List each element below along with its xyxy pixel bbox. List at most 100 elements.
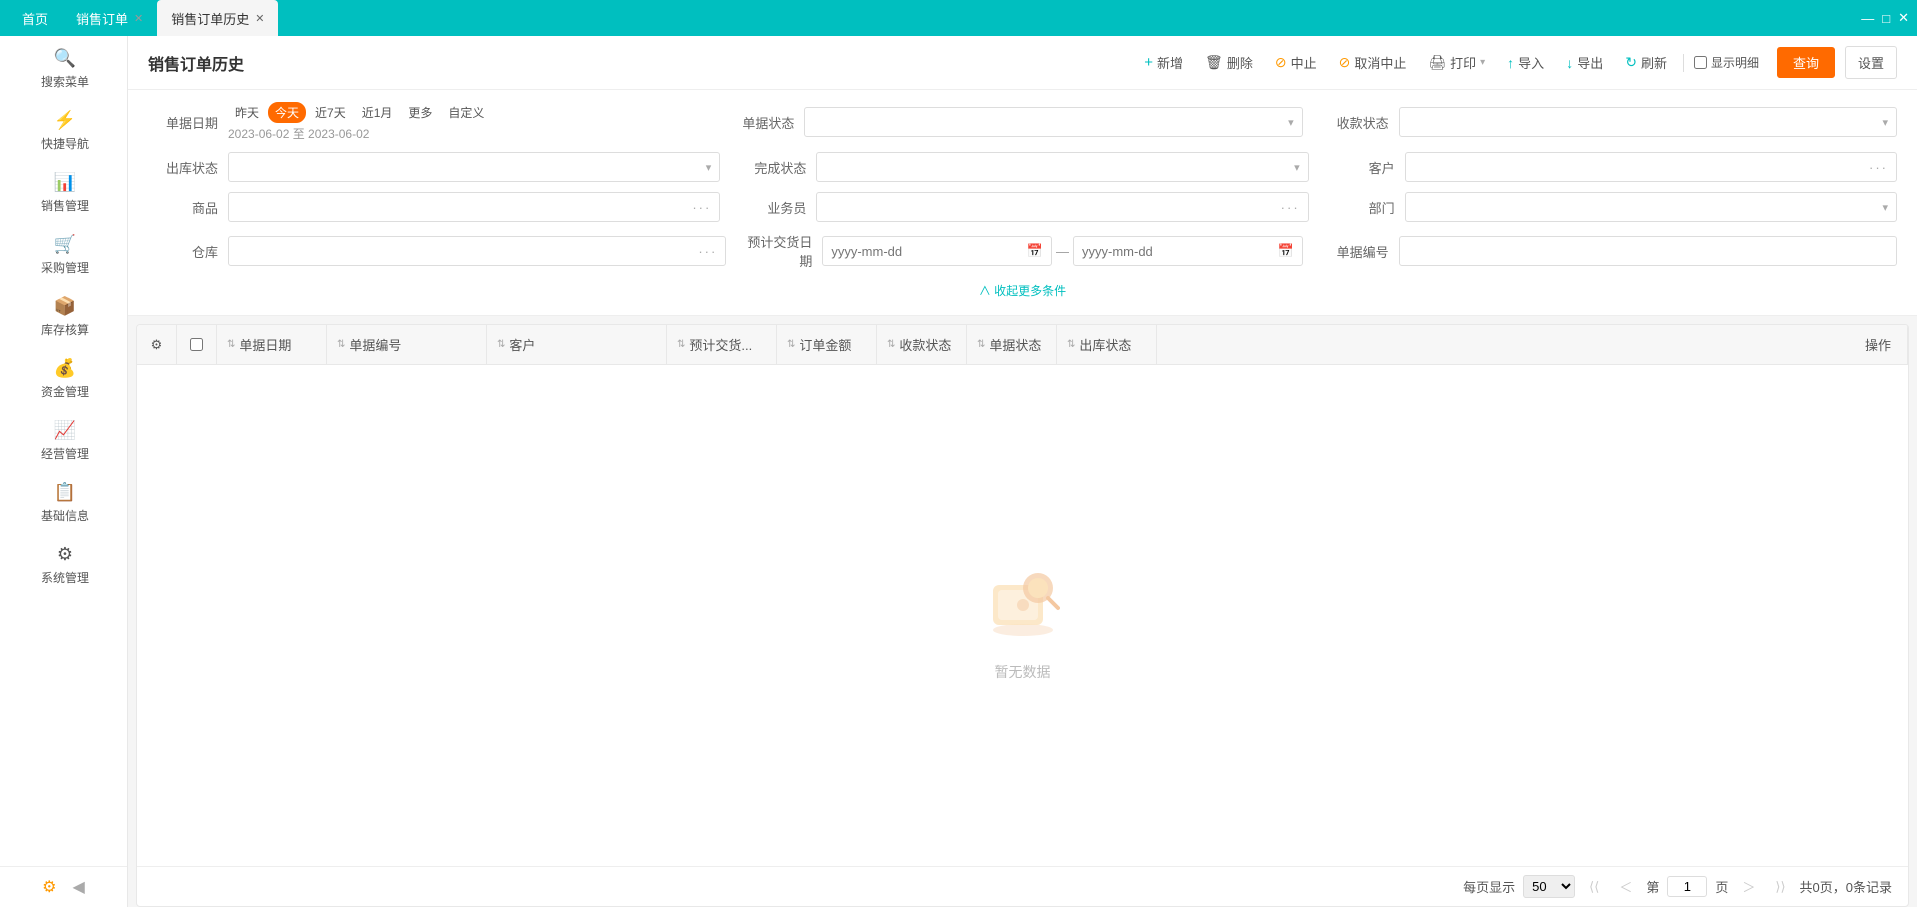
- complete-arrow[interactable]: ▾: [1294, 161, 1300, 174]
- sidebar-settings-icon[interactable]: ⚙: [42, 877, 56, 897]
- th-action: 操作: [1157, 325, 1908, 364]
- tab-sales-history[interactable]: 销售订单历史 ✕: [157, 0, 278, 36]
- sidebar-item-finance[interactable]: 💰 资金管理: [0, 346, 127, 408]
- settings-button[interactable]: 设置: [1845, 46, 1897, 79]
- dept-arrow[interactable]: ▾: [1882, 201, 1888, 214]
- calendar-from-icon[interactable]: 📅: [1027, 243, 1043, 259]
- delivery-date-to[interactable]: [1082, 244, 1277, 259]
- bill-status-field[interactable]: ▾: [804, 107, 1302, 137]
- cancel-stop-button[interactable]: ⊘ 取消中止: [1333, 49, 1413, 76]
- date-btn-today[interactable]: 今天: [268, 102, 306, 123]
- date-btn-yesterday[interactable]: 昨天: [228, 102, 266, 123]
- sidebar-item-inventory[interactable]: 📦 库存核算: [0, 284, 127, 346]
- print-label: 打印: [1450, 53, 1476, 72]
- query-button[interactable]: 查询: [1777, 47, 1835, 78]
- sidebar-item-operations[interactable]: 📈 经营管理: [0, 408, 127, 470]
- sort-amount-icon[interactable]: ⇅: [787, 339, 795, 350]
- print-dropdown-icon[interactable]: ▾: [1480, 57, 1485, 68]
- select-all-checkbox[interactable]: [190, 338, 203, 351]
- dept-field[interactable]: ▾: [1405, 192, 1897, 222]
- warehouse-field[interactable]: ···: [228, 236, 726, 266]
- warehouse-dots[interactable]: ···: [698, 244, 717, 259]
- delivery-date-range: 📅 — 📅: [822, 236, 1302, 266]
- sort-delivery-icon[interactable]: ⇅: [677, 339, 685, 350]
- dept-input[interactable]: [1414, 200, 1883, 215]
- salesman-field[interactable]: ···: [816, 192, 1308, 222]
- tab-home[interactable]: 首页: [8, 0, 62, 36]
- sidebar-item-basic-info[interactable]: 📋 基础信息: [0, 470, 127, 532]
- th-settings[interactable]: ⚙: [137, 325, 177, 364]
- new-button[interactable]: + 新增: [1138, 49, 1189, 76]
- date-btn-7days[interactable]: 近7天: [308, 102, 353, 123]
- delivery-date-from[interactable]: [831, 244, 1026, 259]
- out-stock-label: 出库状态: [148, 158, 228, 177]
- display-toggle-checkbox[interactable]: [1694, 56, 1707, 69]
- sidebar-item-search[interactable]: 🔍 搜索菜单: [0, 36, 127, 98]
- date-btn-1month[interactable]: 近1月: [355, 102, 400, 123]
- receipt-status-arrow[interactable]: ▾: [1882, 116, 1888, 129]
- salesman-dots[interactable]: ···: [1281, 200, 1300, 215]
- sidebar-item-quick-nav[interactable]: ⚡ 快捷导航: [0, 98, 127, 160]
- window-max[interactable]: □: [1882, 11, 1890, 26]
- customer-input[interactable]: [1414, 160, 1869, 175]
- customer-field[interactable]: ···: [1405, 152, 1897, 182]
- page-number-input[interactable]: [1667, 876, 1707, 897]
- sort-receipt-icon[interactable]: ⇅: [887, 339, 895, 350]
- print-button[interactable]: 🖨 打印 ▾: [1422, 49, 1491, 76]
- date-btn-more[interactable]: 更多: [401, 102, 439, 123]
- per-page-select[interactable]: 50 10 20 100: [1523, 875, 1575, 898]
- bill-no-input[interactable]: [1408, 244, 1888, 259]
- sort-status-icon[interactable]: ⇅: [977, 339, 985, 350]
- first-page-btn[interactable]: ⟨⟨: [1583, 877, 1605, 897]
- last-page-btn[interactable]: ⟩⟩: [1769, 877, 1791, 897]
- table-area: ⚙ ⇅ 单据日期 ⇅ 单据编号 ⇅ 客户 ⇅: [136, 324, 1909, 907]
- date-btn-custom[interactable]: 自定义: [441, 102, 491, 123]
- delivery-date-from-field[interactable]: 📅: [822, 236, 1052, 266]
- refresh-button[interactable]: ↻ 刷新: [1619, 49, 1673, 76]
- tab-sales-order-close[interactable]: ✕: [134, 12, 143, 25]
- salesman-input[interactable]: [825, 200, 1280, 215]
- next-page-btn[interactable]: ＞: [1736, 875, 1761, 898]
- settings-gear-icon[interactable]: ⚙: [151, 337, 163, 353]
- complete-input[interactable]: [825, 160, 1294, 175]
- goods-dots[interactable]: ···: [692, 200, 711, 215]
- empty-icon: [973, 550, 1073, 650]
- export-button[interactable]: ↓ 导出: [1560, 49, 1609, 76]
- sort-docno-icon[interactable]: ⇅: [337, 339, 345, 350]
- sort-date-icon[interactable]: ⇅: [227, 339, 235, 350]
- receipt-status-field[interactable]: ▾: [1399, 107, 1897, 137]
- warehouse-input[interactable]: [237, 244, 698, 259]
- bill-no-field[interactable]: [1399, 236, 1897, 266]
- window-close[interactable]: ✕: [1898, 10, 1909, 26]
- sidebar-item-system[interactable]: ⚙ 系统管理: [0, 532, 127, 594]
- delete-button[interactable]: 🗑 删除: [1199, 49, 1259, 76]
- bill-status-arrow[interactable]: ▾: [1288, 116, 1294, 129]
- out-stock-input[interactable]: [237, 160, 706, 175]
- th-checkbox[interactable]: [177, 325, 217, 364]
- tab-sales-history-close[interactable]: ✕: [255, 12, 264, 25]
- goods-input[interactable]: [237, 200, 692, 215]
- th-customer-label: 客户: [509, 335, 535, 354]
- calendar-to-icon[interactable]: 📅: [1277, 243, 1293, 259]
- import-button[interactable]: ↑ 导入: [1501, 49, 1550, 76]
- sidebar-item-purchase[interactable]: 🛒 采购管理: [0, 222, 127, 284]
- delivery-date-to-field[interactable]: 📅: [1073, 236, 1303, 266]
- prev-page-btn[interactable]: ＜: [1613, 875, 1638, 898]
- window-min[interactable]: —: [1861, 11, 1874, 26]
- bill-status-input[interactable]: [813, 115, 1288, 130]
- sidebar-item-search-label: 搜索菜单: [41, 73, 89, 90]
- out-stock-arrow[interactable]: ▾: [706, 161, 712, 174]
- sidebar-collapse-icon[interactable]: ◀: [73, 877, 85, 897]
- sort-customer-icon[interactable]: ⇅: [497, 339, 505, 350]
- sort-outstock-icon[interactable]: ⇅: [1067, 339, 1075, 350]
- import-label: 导入: [1518, 53, 1544, 72]
- receipt-status-input[interactable]: [1408, 115, 1883, 130]
- tab-sales-order[interactable]: 销售订单 ✕: [62, 0, 157, 36]
- goods-field[interactable]: ···: [228, 192, 720, 222]
- out-stock-field[interactable]: ▾: [228, 152, 720, 182]
- complete-field[interactable]: ▾: [816, 152, 1308, 182]
- stop-button[interactable]: ⊘ 中止: [1269, 49, 1323, 76]
- collapse-bar[interactable]: ∧ 收起更多条件: [148, 278, 1897, 303]
- customer-dots[interactable]: ···: [1869, 160, 1888, 175]
- sidebar-item-sales[interactable]: 📊 销售管理: [0, 160, 127, 222]
